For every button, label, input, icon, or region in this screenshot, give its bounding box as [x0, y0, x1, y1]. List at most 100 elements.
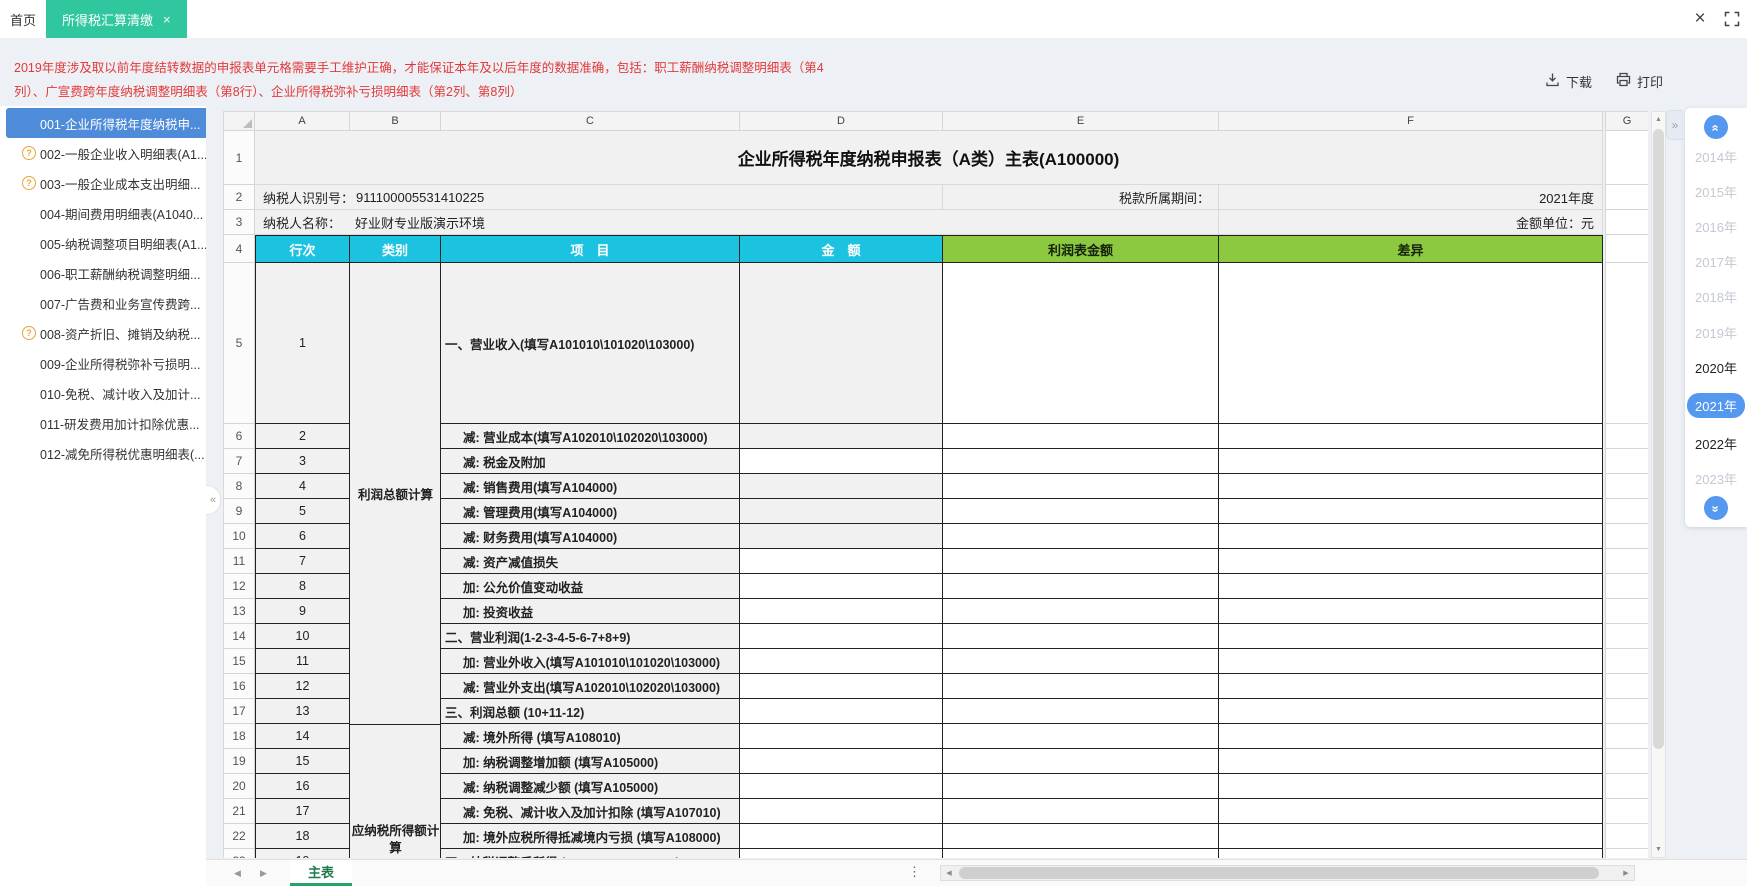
profit-amount-cell[interactable]	[943, 749, 1219, 774]
amount-cell[interactable]	[740, 449, 943, 474]
h-scrollbar[interactable]: ◀ ▶	[940, 865, 1635, 881]
empty-cell[interactable]	[1605, 210, 1648, 235]
column-letter[interactable]: E	[943, 112, 1219, 131]
empty-cell[interactable]	[1605, 524, 1648, 549]
amount-cell[interactable]	[740, 524, 943, 549]
column-letter[interactable]: A	[255, 112, 350, 131]
column-letter[interactable]: D	[740, 112, 943, 131]
empty-cell[interactable]	[1605, 624, 1648, 649]
empty-cell[interactable]	[1605, 263, 1648, 424]
scroll-left-icon[interactable]: ◀	[941, 866, 957, 880]
profit-amount-cell[interactable]	[943, 699, 1219, 724]
empty-cell[interactable]	[1605, 549, 1648, 574]
profit-amount-cell[interactable]	[943, 649, 1219, 674]
empty-cell[interactable]	[1605, 131, 1648, 185]
empty-cell[interactable]	[1605, 724, 1648, 749]
empty-cell[interactable]	[1605, 574, 1648, 599]
profit-amount-cell[interactable]	[943, 424, 1219, 449]
years-scroll-up-button[interactable]: «	[1704, 115, 1728, 139]
diff-cell[interactable]	[1219, 263, 1603, 424]
amount-cell[interactable]	[740, 799, 943, 824]
scroll-up-icon[interactable]: ▲	[1652, 112, 1665, 127]
diff-cell[interactable]	[1219, 649, 1603, 674]
sidebar-item[interactable]: 004-期间费用明细表(A1040...	[0, 198, 206, 228]
amount-cell[interactable]	[740, 499, 943, 524]
sidebar-item[interactable]: 009-企业所得税弥补亏损明...	[0, 348, 206, 378]
sidebar-item[interactable]: 011-研发费用加计扣除优惠...	[0, 408, 206, 438]
profit-amount-cell[interactable]	[943, 799, 1219, 824]
diff-cell[interactable]	[1219, 474, 1603, 499]
sidebar-item[interactable]: 006-职工薪酬纳税调整明细...	[0, 258, 206, 288]
empty-cell[interactable]	[1605, 699, 1648, 724]
year-item[interactable]: 2017年	[1695, 252, 1737, 271]
scroll-right-icon[interactable]: ▶	[1618, 866, 1634, 880]
h-scrollbar-thumb[interactable]	[959, 867, 1599, 879]
sidebar-item[interactable]: ? 003-一般企业成本支出明细...	[0, 168, 206, 198]
profit-amount-cell[interactable]	[943, 824, 1219, 849]
sheet-next-icon[interactable]: ▶	[260, 860, 267, 886]
amount-cell[interactable]	[740, 774, 943, 799]
year-item[interactable]: 2020年	[1695, 358, 1737, 377]
tab-income-tax-settlement[interactable]: 所得税汇算清缴 ×	[46, 0, 187, 38]
diff-cell[interactable]	[1219, 849, 1603, 858]
year-item[interactable]: 2023年	[1695, 469, 1737, 488]
amount-cell[interactable]	[740, 474, 943, 499]
profit-amount-cell[interactable]	[943, 674, 1219, 699]
empty-cell[interactable]	[1605, 235, 1648, 263]
amount-cell[interactable]	[740, 674, 943, 699]
year-item[interactable]: 2015年	[1695, 182, 1737, 201]
diff-cell[interactable]	[1219, 499, 1603, 524]
sidebar-item[interactable]: 001-企业所得税年度纳税申...	[6, 108, 206, 138]
sidebar-item[interactable]: 005-纳税调整项目明细表(A1...	[0, 228, 206, 258]
diff-cell[interactable]	[1219, 449, 1603, 474]
profit-amount-cell[interactable]	[943, 774, 1219, 799]
diff-cell[interactable]	[1219, 774, 1603, 799]
fullscreen-icon[interactable]	[1718, 0, 1746, 38]
empty-cell[interactable]	[1605, 474, 1648, 499]
close-icon[interactable]: ×	[1686, 0, 1714, 38]
profit-amount-cell[interactable]	[943, 849, 1219, 858]
column-letter[interactable]: B	[350, 112, 441, 131]
profit-amount-cell[interactable]	[943, 499, 1219, 524]
profit-amount-cell[interactable]	[943, 474, 1219, 499]
empty-cell[interactable]	[1605, 849, 1648, 858]
sidebar-collapse-icon[interactable]: «	[206, 485, 221, 515]
diff-cell[interactable]	[1219, 599, 1603, 624]
year-item[interactable]: 2021年	[1687, 392, 1745, 418]
empty-cell[interactable]	[1605, 749, 1648, 774]
year-item[interactable]: 2014年	[1695, 147, 1737, 166]
diff-cell[interactable]	[1219, 799, 1603, 824]
scroll-down-icon[interactable]: ▼	[1652, 842, 1665, 857]
diff-cell[interactable]	[1219, 749, 1603, 774]
amount-cell[interactable]	[740, 549, 943, 574]
amount-cell[interactable]	[740, 849, 943, 858]
sidebar-item[interactable]: 007-广告费和业务宣传费跨...	[0, 288, 206, 318]
profit-amount-cell[interactable]	[943, 263, 1219, 424]
amount-cell[interactable]	[740, 824, 943, 849]
years-scroll-down-button[interactable]: »	[1704, 496, 1728, 520]
diff-cell[interactable]	[1219, 824, 1603, 849]
tab-close-icon[interactable]: ×	[163, 12, 171, 27]
profit-amount-cell[interactable]	[943, 449, 1219, 474]
amount-cell[interactable]	[740, 263, 943, 424]
diff-cell[interactable]	[1219, 524, 1603, 549]
profit-amount-cell[interactable]	[943, 724, 1219, 749]
profit-amount-cell[interactable]	[943, 549, 1219, 574]
v-scrollbar-thumb[interactable]	[1653, 129, 1664, 749]
sheet-tab-main[interactable]: 主表	[290, 860, 353, 886]
diff-cell[interactable]	[1219, 549, 1603, 574]
amount-cell[interactable]	[740, 574, 943, 599]
profit-amount-cell[interactable]	[943, 624, 1219, 649]
tab-home[interactable]: 首页	[0, 0, 46, 38]
column-letter[interactable]: C	[441, 112, 740, 131]
empty-cell[interactable]	[1605, 185, 1648, 210]
amount-cell[interactable]	[740, 724, 943, 749]
empty-cell[interactable]	[1605, 824, 1648, 849]
more-options-icon[interactable]: ⋮	[908, 864, 921, 880]
year-panel-collapse-icon[interactable]: »	[1666, 110, 1683, 140]
year-item[interactable]: 2019年	[1695, 323, 1737, 342]
amount-cell[interactable]	[740, 624, 943, 649]
empty-cell[interactable]	[1605, 799, 1648, 824]
sidebar-item[interactable]: ? 008-资产折旧、摊销及纳税...	[0, 318, 206, 348]
empty-cell[interactable]	[1605, 674, 1648, 699]
